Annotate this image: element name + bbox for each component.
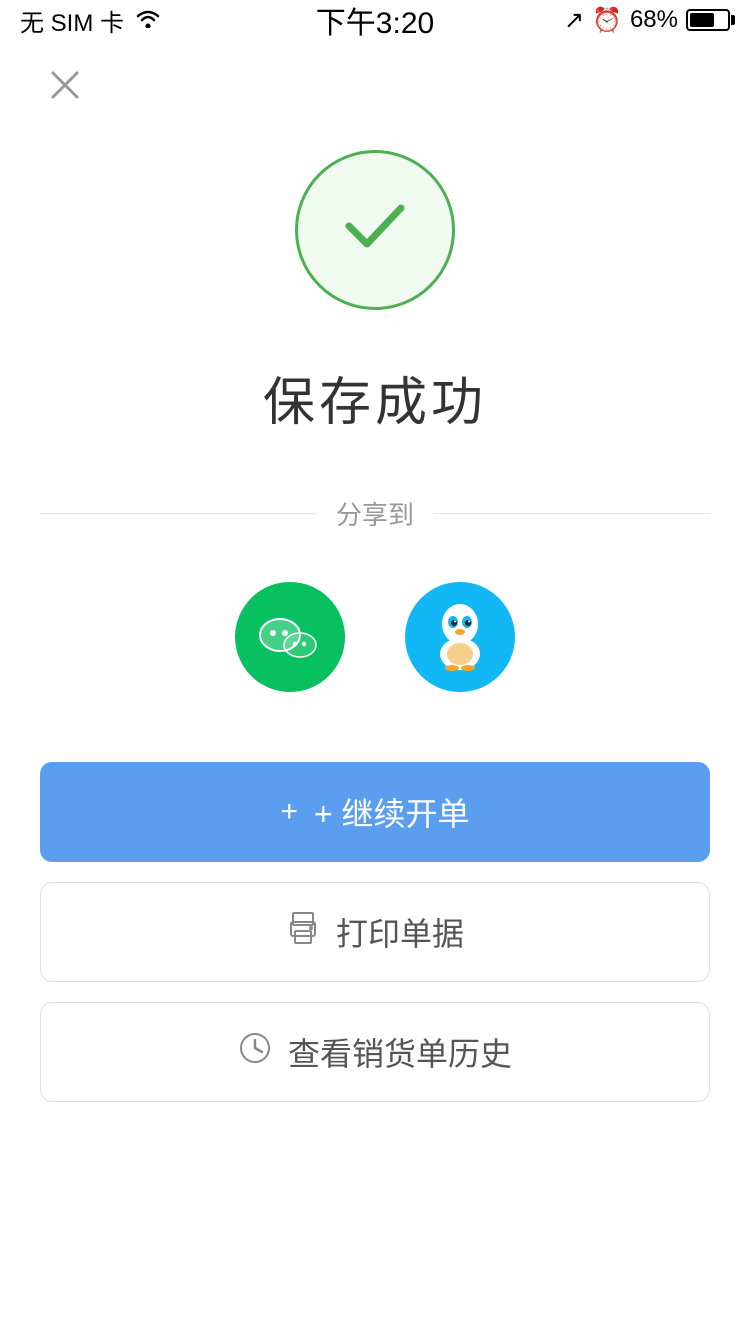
- divider-right: [434, 513, 710, 514]
- action-buttons: + + 继续开单 打印单据: [40, 762, 710, 1102]
- print-icon: [286, 911, 320, 953]
- print-button[interactable]: 打印单据: [40, 882, 710, 982]
- divider-left: [40, 513, 316, 514]
- history-button[interactable]: 查看销货单历史: [40, 1002, 710, 1102]
- print-label: 打印单据: [336, 909, 464, 955]
- battery-icon: [686, 9, 730, 31]
- wechat-share-button[interactable]: [235, 582, 345, 692]
- share-label: 分享到: [336, 495, 414, 532]
- close-icon: [49, 69, 81, 101]
- status-bar: 无 SIM 卡 下午3:20 ↗ ⏰ 68%: [0, 0, 750, 40]
- success-title: 保存成功: [263, 360, 487, 435]
- continue-order-button[interactable]: + + 继续开单: [40, 762, 710, 862]
- qq-icon: [430, 602, 490, 672]
- main-content: 保存成功 分享到: [0, 40, 750, 1142]
- status-left: 无 SIM 卡: [20, 3, 162, 38]
- alarm-icon: ⏰: [592, 6, 622, 35]
- status-time: 下午3:20: [316, 0, 434, 42]
- plus-icon: +: [280, 795, 298, 829]
- checkmark-icon: [335, 184, 415, 277]
- continue-order-label: + 继续开单: [314, 789, 470, 835]
- location-icon: ↗: [564, 6, 584, 35]
- success-icon-circle: [295, 150, 455, 310]
- share-row: [40, 582, 710, 692]
- share-divider: 分享到: [40, 495, 710, 532]
- wifi-icon: [134, 6, 162, 35]
- no-sim-label: 无 SIM 卡: [20, 3, 124, 38]
- wechat-icon: [258, 609, 322, 665]
- qq-share-button[interactable]: [405, 582, 515, 692]
- battery-label: 68%: [630, 6, 678, 34]
- status-right: ↗ ⏰ 68%: [564, 6, 730, 35]
- history-label: 查看销货单历史: [288, 1029, 512, 1075]
- clock-icon: [238, 1031, 272, 1073]
- close-button[interactable]: [40, 60, 90, 110]
